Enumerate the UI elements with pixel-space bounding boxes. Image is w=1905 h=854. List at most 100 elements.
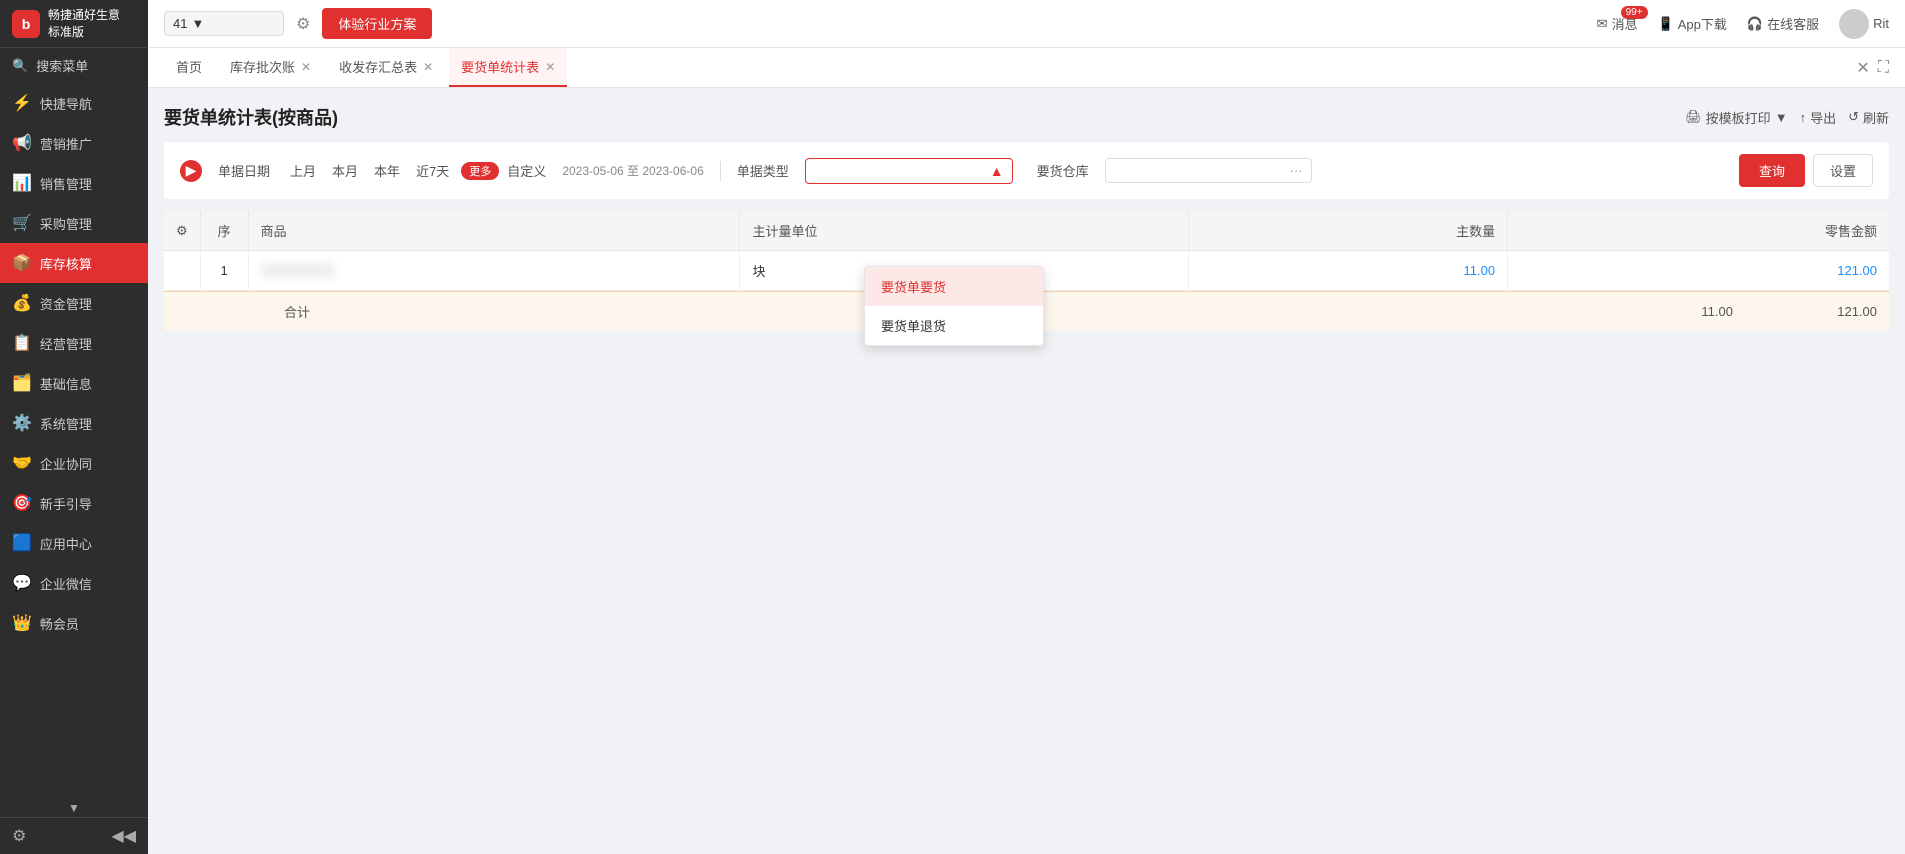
message-button[interactable]: ✉ 消息 99+ [1597,14,1638,33]
query-button[interactable]: 查询 [1739,154,1805,187]
dropdown-item-order-goods[interactable]: 要货单要货 [865,267,1043,306]
tab-label-receive-summary: 收发存汇总表 [339,57,417,76]
date-this-month[interactable]: 本月 [328,159,362,182]
warehouse-filter-input[interactable] [1114,163,1290,178]
tab-close-batch-account[interactable]: ✕ [301,61,311,73]
sidebar-nav: ⚡快捷导航📢营销推广📊销售管理 🛒 采购管理 📦库存核算💰资金管理📋经营管理🗂️基础信… [0,83,148,799]
sidebar-item-operation[interactable]: 📋经营管理 [0,323,148,363]
date-filter-label: 单据日期 [218,161,270,180]
col-retail-amount: 零售金额 [1508,211,1889,251]
company-selector[interactable]: 41 ▼ [164,11,284,36]
fullscreen-icon[interactable]: ⛶ [1878,59,1889,77]
date-more-button[interactable]: 更多 [461,162,499,180]
warehouse-more-icon[interactable]: ··· [1290,163,1303,178]
dropdown-item-order-return[interactable]: 要货单退货 [865,306,1043,345]
logo-sub: 标准版 [48,24,120,41]
date-7days[interactable]: 近7天 [412,159,453,182]
sidebar-item-sales[interactable]: 📊销售管理 [0,163,148,203]
avatar-name: Rit [1873,16,1889,31]
date-this-year[interactable]: 本年 [370,159,404,182]
tab-order-stats[interactable]: 要货单统计表 ✕ [449,48,567,87]
tab-label-batch-account: 库存批次账 [230,57,295,76]
sidebar-item-guide[interactable]: 🎯新手引导 [0,483,148,523]
sidebar-item-wecom[interactable]: 💬企业微信 [0,563,148,603]
cell-retail-amount-0[interactable]: 121.00 [1508,251,1889,291]
main-content: 41 ▼ ⚙ 体验行业方案 ✉ 消息 99+ 📱 App下载 🎧 在线客服 Ri… [148,0,1905,854]
collapse-icon[interactable]: ◀◀ [111,826,136,846]
sidebar-item-finance[interactable]: 💰资金管理 [0,283,148,323]
cell-main-qty-0[interactable]: 11.00 [1189,251,1508,291]
sidebar-item-collab[interactable]: 🤝企业协同 [0,443,148,483]
warehouse-filter-select[interactable]: ··· [1105,158,1312,183]
app-download-label: App下载 [1678,14,1727,33]
close-all-tabs-icon[interactable]: ✕ [1856,58,1869,78]
print-icon: 🖨 [1685,109,1702,125]
date-prev-month[interactable]: 上月 [286,159,320,182]
topbar-gear-icon[interactable]: ⚙ [296,14,310,34]
company-dropdown-icon: ▼ [191,16,204,31]
sidebar-item-marketing[interactable]: 📢营销推广 [0,123,148,163]
vip-icon: 👑 [12,613,32,633]
page-content: 要货单统计表(按商品) 🖨 按模板打印 ▼ ↑ 导出 ↺ 刷新 [148,88,1905,854]
footer-total-label: 合计 [284,302,310,321]
app-download-button[interactable]: 📱 App下载 [1658,14,1727,33]
trial-button[interactable]: 体验行业方案 [322,8,432,39]
sidebar-bottom: ⚙ ◀◀ [0,817,148,854]
sidebar: b 畅捷通好生意 标准版 🔍 搜索菜单 ⚡快捷导航📢营销推广📊销售管理 🛒 采购管理… [0,0,148,854]
sidebar-item-label-basic: 基础信息 [40,374,92,393]
filter-header: ▶ 单据日期 上月 本月 本年 近7天 更多 自定义 2023-05-06 至 … [180,154,1873,187]
logo-name: 畅捷通好生意 [48,7,120,24]
sidebar-item-system[interactable]: ⚙️系统管理 [0,403,148,443]
search-menu[interactable]: 🔍 搜索菜单 [0,48,148,83]
inventory-icon: 📦 [12,253,32,273]
purchase-icon: 🛒 [12,213,32,233]
type-filter-select[interactable]: ▲ [805,158,1013,184]
date-custom-button[interactable]: 自定义 [507,161,546,180]
cell-product-0: ████████ [248,251,740,291]
tab-home[interactable]: 首页 [164,48,214,87]
export-button[interactable]: ↑ 导出 [1800,108,1837,127]
type-filter-input[interactable] [814,163,990,178]
search-label: 搜索菜单 [36,56,88,75]
sidebar-item-label-wecom: 企业微信 [40,574,92,593]
topbar-right: ✉ 消息 99+ 📱 App下载 🎧 在线客服 Rit [1597,9,1889,39]
tab-receive-summary[interactable]: 收发存汇总表 ✕ [327,48,445,87]
sidebar-item-purchase[interactable]: 🛒 采购管理 [0,203,148,243]
settings-button[interactable]: 设置 [1813,154,1873,187]
sidebar-logo: b 畅捷通好生意 标准版 [0,0,148,48]
sidebar-item-label-purchase: 采购管理 [40,214,92,233]
sidebar-item-vip[interactable]: 👑畅会员 [0,603,148,643]
appstore-icon: 🟦 [12,533,32,553]
online-service-button[interactable]: 🎧 在线客服 [1747,14,1819,33]
col-gear[interactable]: ⚙ [164,211,200,251]
tab-close-order-stats[interactable]: ✕ [545,61,555,73]
sidebar-item-quick-nav[interactable]: ⚡快捷导航 [0,83,148,123]
print-button[interactable]: 🖨 按模板打印 ▼ [1685,108,1787,127]
user-avatar[interactable]: Rit [1839,9,1889,39]
sidebar-item-basic[interactable]: 🗂️基础信息 [0,363,148,403]
company-name: 41 [173,16,187,31]
filter-divider-1 [720,161,721,181]
sidebar-item-label-appstore: 应用中心 [40,534,92,553]
logo-icon: b [12,10,40,38]
refresh-button[interactable]: ↺ 刷新 [1848,108,1889,127]
service-icon: 🎧 [1747,16,1763,32]
settings-icon[interactable]: ⚙ [12,826,26,846]
filter-expand-button[interactable]: ▶ [180,160,202,182]
sidebar-item-appstore[interactable]: 🟦 应用中心 [0,523,148,563]
system-icon: ⚙️ [12,413,32,433]
type-filter-caret-up[interactable]: ▲ [990,163,1004,179]
sidebar-item-inventory[interactable]: 📦库存核算 [0,243,148,283]
col-unit: 主计量单位 [740,211,1189,251]
table-gear-icon[interactable]: ⚙ [176,223,188,238]
filter-buttons: 查询 设置 [1739,154,1873,187]
sidebar-item-label-collab: 企业协同 [40,454,92,473]
col-seq: 序 [200,211,248,251]
avatar-image [1839,9,1869,39]
tab-batch-account[interactable]: 库存批次账 ✕ [218,48,323,87]
export-icon: ↑ [1800,110,1807,125]
message-icon: ✉ [1597,16,1608,32]
tab-close-receive-summary[interactable]: ✕ [423,61,433,73]
sidebar-scroll-down[interactable]: ▼ [0,799,148,817]
tab-label-order-stats: 要货单统计表 [461,57,539,76]
